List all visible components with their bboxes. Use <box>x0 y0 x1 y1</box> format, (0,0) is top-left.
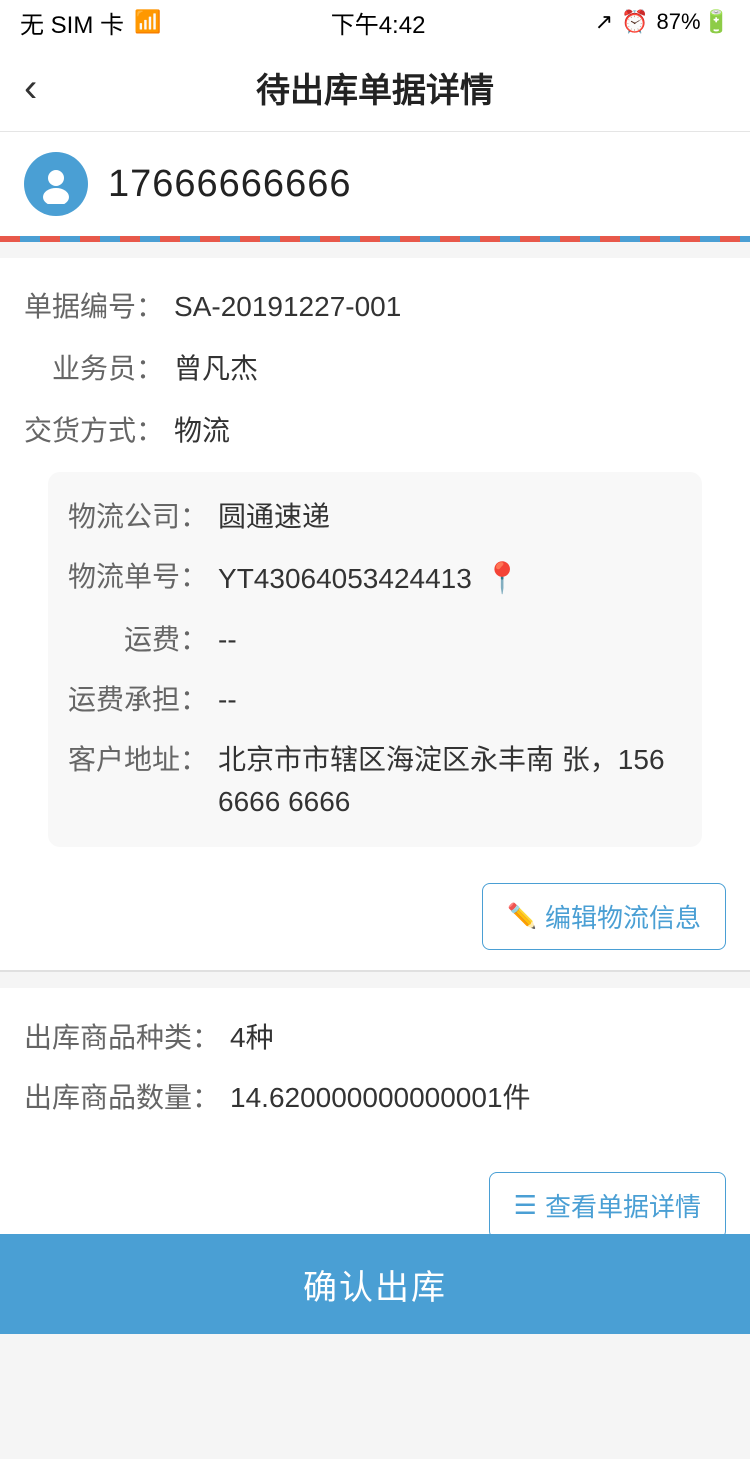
tracking-number-label: 物流单号： <box>68 556 208 598</box>
logistics-company-row: 物流公司： 圆通速递 <box>68 496 682 538</box>
document-number-row: 单据编号： SA-20191227-001 <box>24 286 726 328</box>
confirm-button-label: 确认出库 <box>303 1260 447 1309</box>
salesperson-row: 业务员： 曾凡杰 <box>24 348 726 390</box>
salesperson-label: 业务员： <box>24 348 164 390</box>
dashed-separator <box>0 236 750 242</box>
confirm-bar[interactable]: 确认出库 <box>0 1234 750 1334</box>
tracking-number-value: YT43064053424413 <box>218 558 472 600</box>
product-quantity-row: 出库商品数量： 14.620000000000001件 <box>24 1076 726 1116</box>
list-icon: ☰ <box>514 1190 537 1221</box>
product-type-label: 出库商品种类： <box>24 1016 220 1056</box>
edit-icon: ✏️ <box>507 902 537 931</box>
nav-bar: ‹ 待出库单据详情 <box>0 44 750 132</box>
carrier-label: 无 SIM 卡 <box>20 5 124 40</box>
edit-logistics-label: 编辑物流信息 <box>545 898 701 935</box>
order-info-section: 单据编号： SA-20191227-001 业务员： 曾凡杰 交货方式： 物流 … <box>0 258 750 867</box>
customer-phone: 17666666666 <box>108 163 351 206</box>
product-type-value: 4种 <box>230 1016 274 1056</box>
tracking-location-icon[interactable]: 📍 <box>484 556 521 601</box>
logistics-company-value: 圆通速递 <box>218 496 682 538</box>
avatar <box>24 152 88 216</box>
section-divider <box>0 970 750 972</box>
delivery-method-row: 交货方式： 物流 <box>24 410 726 452</box>
tracking-number-container: YT43064053424413 📍 <box>218 556 682 601</box>
product-quantity-label: 出库商品数量： <box>24 1076 220 1116</box>
view-details-button[interactable]: ☰ 查看单据详情 <box>489 1172 726 1239</box>
page-title: 待出库单据详情 <box>256 63 494 112</box>
tracking-number-row: 物流单号： YT43064053424413 📍 <box>68 556 682 601</box>
back-button[interactable]: ‹ <box>24 68 37 108</box>
delivery-method-label: 交货方式： <box>24 410 164 452</box>
customer-header: 17666666666 <box>0 132 750 236</box>
alarm-icon: ⏰ <box>621 9 648 35</box>
freight-label: 运费： <box>68 619 208 661</box>
logistics-company-label: 物流公司： <box>68 496 208 538</box>
freight-value: -- <box>218 619 682 661</box>
logistics-card: 物流公司： 圆通速递 物流单号： YT43064053424413 📍 运费： … <box>48 472 702 847</box>
status-right: ↗ ⏰ 87% 🔋 <box>595 9 730 35</box>
status-left: 无 SIM 卡 📶 <box>20 5 161 40</box>
freight-bearer-value: -- <box>218 679 682 721</box>
delivery-method-value: 物流 <box>174 410 726 452</box>
edit-logistics-container: ✏️ 编辑物流信息 <box>0 867 750 970</box>
document-number-label: 单据编号： <box>24 286 164 328</box>
wifi-icon: 📶 <box>134 9 161 35</box>
battery-icon: 🔋 <box>703 9 730 35</box>
location-status-icon: ↗ <box>595 9 613 35</box>
freight-bearer-row: 运费承担： -- <box>68 679 682 721</box>
customer-address-label: 客户地址： <box>68 739 208 781</box>
battery-percent: 87% <box>657 9 701 35</box>
battery-indicator: 87% 🔋 <box>657 9 730 35</box>
freight-bearer-label: 运费承担： <box>68 679 208 721</box>
salesperson-value: 曾凡杰 <box>174 348 726 390</box>
edit-logistics-button[interactable]: ✏️ 编辑物流信息 <box>482 883 726 950</box>
product-quantity-value: 14.620000000000001件 <box>230 1076 531 1116</box>
product-section: 出库商品种类： 4种 出库商品数量： 14.620000000000001件 <box>0 988 750 1156</box>
product-type-row: 出库商品种类： 4种 <box>24 1016 726 1056</box>
customer-address-row: 客户地址： 北京市市辖区海淀区永丰南 张，156 6666 6666 <box>68 739 682 823</box>
freight-row: 运费： -- <box>68 619 682 661</box>
view-details-label: 查看单据详情 <box>545 1187 701 1224</box>
status-time: 下午4:42 <box>331 5 426 40</box>
person-icon <box>36 164 76 204</box>
customer-address-value: 北京市市辖区海淀区永丰南 张，156 6666 6666 <box>218 739 682 823</box>
document-number-value: SA-20191227-001 <box>174 286 726 328</box>
status-bar: 无 SIM 卡 📶 下午4:42 ↗ ⏰ 87% 🔋 <box>0 0 750 44</box>
